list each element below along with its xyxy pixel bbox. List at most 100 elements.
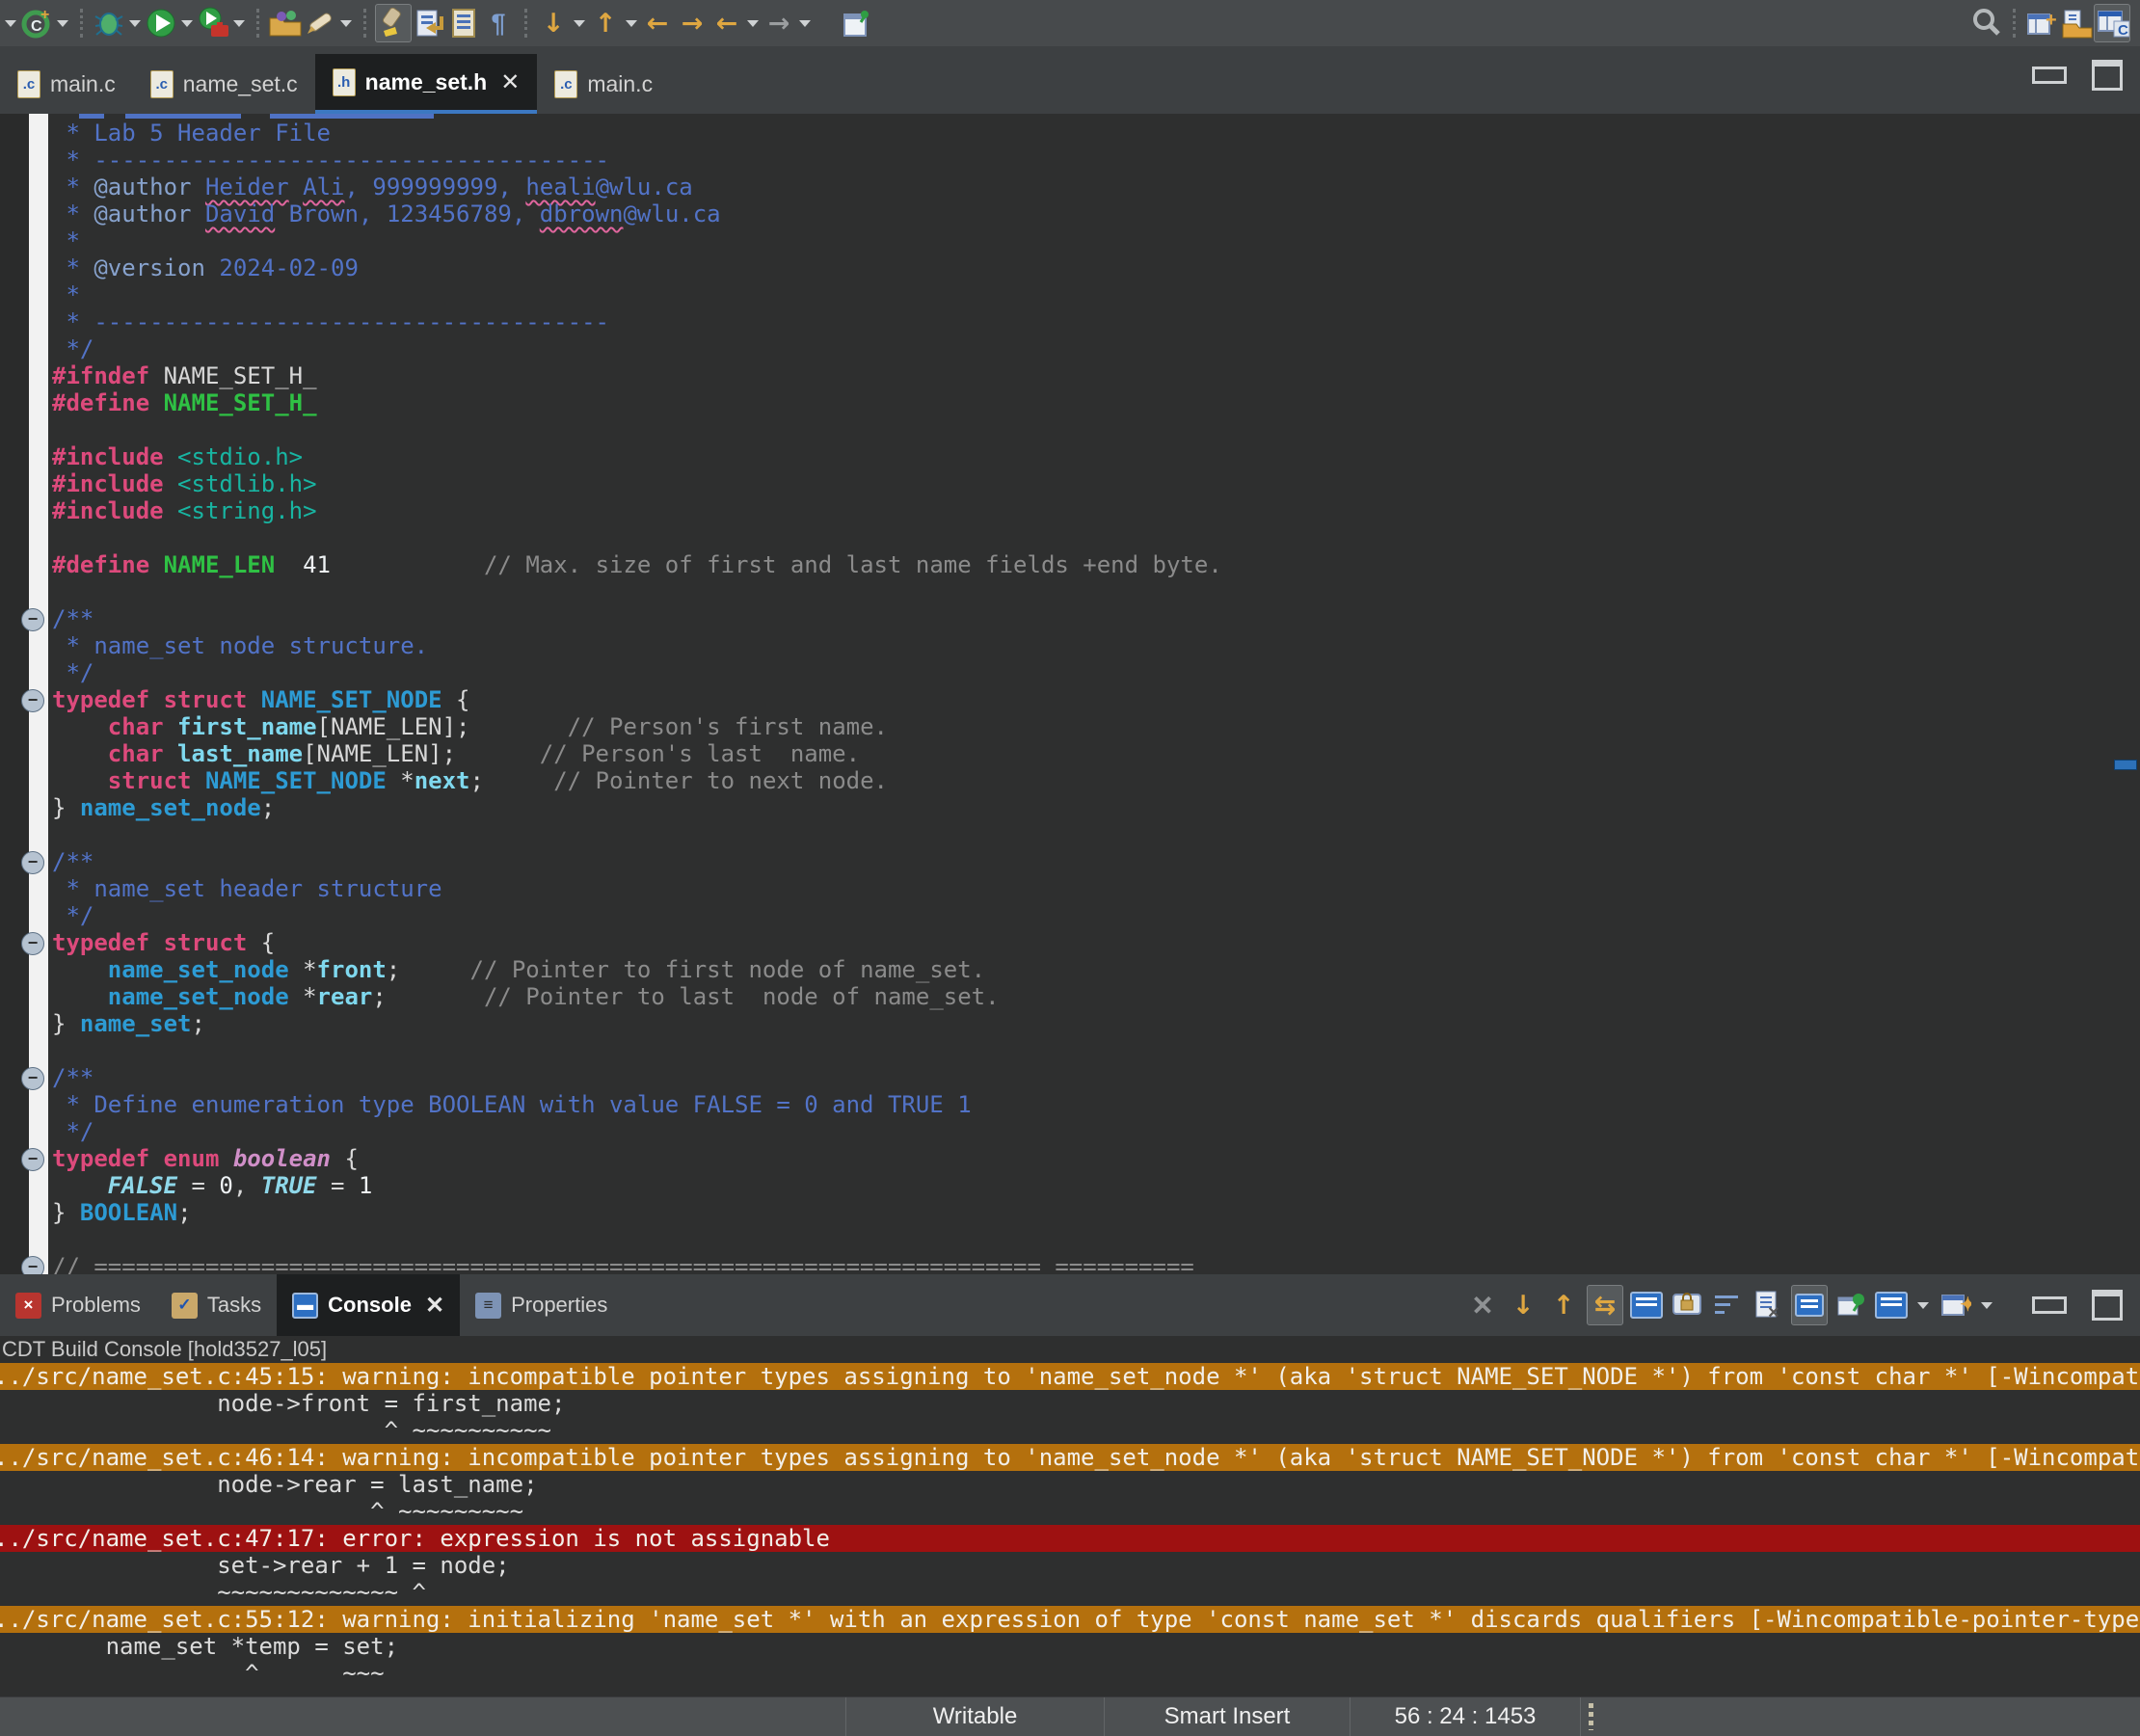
- forward-dropdown-icon[interactable]: [799, 19, 811, 27]
- code-line: * Lab 5 Header File: [52, 120, 331, 147]
- terminate-icon[interactable]: ✕: [1465, 1286, 1500, 1324]
- status-bar: Writable Smart Insert 56 : 24 : 1453: [0, 1696, 2140, 1736]
- code-line: * @author Heider Ali, 999999999, heali@w…: [52, 174, 693, 200]
- open-console-dropdown-icon[interactable]: [1981, 1301, 1993, 1309]
- back-dropdown-icon[interactable]: [747, 19, 759, 27]
- editor-tab-main.c[interactable]: .c main.c: [0, 54, 133, 114]
- back-history-star-icon[interactable]: ←: [640, 5, 675, 41]
- console-tab-Tasks[interactable]: ✓ Tasks: [156, 1274, 277, 1336]
- code-line: * @version 2024-02-09: [52, 254, 359, 281]
- tab-label: main.c: [50, 70, 116, 96]
- previous-annotation-icon[interactable]: ↑: [588, 5, 623, 41]
- open-perspective-icon[interactable]: +: [2024, 5, 2059, 41]
- next-annotation-icon[interactable]: ↓: [536, 5, 571, 41]
- pin-console-icon[interactable]: [1833, 1286, 1868, 1324]
- minimize-editor-icon[interactable]: [2032, 67, 2067, 84]
- code-line: /**: [52, 1064, 94, 1091]
- minimize-console-icon[interactable]: [2032, 1296, 2067, 1314]
- tab-label: name_set.h: [364, 68, 488, 94]
- tab-label: Properties: [511, 1293, 608, 1317]
- display-selected-console-icon[interactable]: [1874, 1286, 1909, 1324]
- new-c-project-icon[interactable]: C +: [19, 5, 54, 41]
- open-console-icon[interactable]: ✦: [1938, 1286, 1972, 1324]
- word-wrap-icon[interactable]: [1710, 1286, 1745, 1324]
- file-icon: .c: [554, 69, 578, 98]
- status-drag-handle-icon[interactable]: [1589, 1703, 1593, 1730]
- clear-console-icon[interactable]: ×: [1751, 1286, 1785, 1324]
- c-cpp-perspective-icon[interactable]: C: [2094, 4, 2130, 42]
- editor-tab-name_set.h[interactable]: .h name_set.h ✕: [314, 54, 538, 114]
- saved-perspectives-icon[interactable]: [2059, 5, 2094, 41]
- code-line: #include <string.h>: [52, 497, 317, 524]
- overview-ruler[interactable]: [2114, 114, 2140, 1274]
- code-line: #define NAME_LEN 41 // Max. size of firs…: [52, 551, 1222, 578]
- open-element-icon[interactable]: [268, 5, 303, 41]
- clipped-line-sliver: [270, 114, 434, 119]
- annotate-pen-dropdown-icon[interactable]: [340, 19, 352, 27]
- console-line: ~~~~~~~~~~~~~ ^: [0, 1579, 426, 1606]
- editor-tab-main.c[interactable]: .c main.c: [537, 54, 670, 114]
- fold-collapse-icon[interactable]: −: [21, 851, 44, 874]
- debug-icon[interactable]: [92, 5, 126, 41]
- show-console-on-output-icon[interactable]: ⇆: [1587, 1285, 1623, 1325]
- toggle-highlight-icon[interactable]: [375, 4, 412, 42]
- maximize-console-icon[interactable]: [2092, 1290, 2123, 1321]
- run-icon[interactable]: [144, 5, 178, 41]
- overview-annotation-marker[interactable]: [2114, 760, 2137, 770]
- code-line: typedef enum boolean {: [52, 1145, 359, 1172]
- toolbar-right: + C: [1969, 0, 2130, 46]
- console-icon: ▬: [292, 1292, 319, 1319]
- forward-history-star-icon[interactable]: →: [675, 5, 709, 41]
- scroll-lock-icon[interactable]: [1791, 1285, 1828, 1325]
- code-line: */: [52, 659, 94, 686]
- fold-collapse-icon[interactable]: −: [21, 1256, 44, 1274]
- open-new-window-icon[interactable]: [839, 5, 873, 41]
- external-tools-icon[interactable]: [196, 5, 230, 41]
- code-lines[interactable]: * Lab 5 Header File * ------------------…: [48, 120, 2125, 1274]
- close-tab-icon[interactable]: ✕: [496, 68, 520, 96]
- open-return-doc-icon[interactable]: [412, 5, 446, 41]
- fold-collapse-icon[interactable]: −: [21, 932, 44, 955]
- monitor-lock-icon[interactable]: [1670, 1286, 1704, 1324]
- code-line: *: [52, 227, 80, 254]
- new-c-project-dropdown-icon[interactable]: [57, 19, 68, 27]
- code-editor[interactable]: − − − − − − − * Lab 5 Header File * ----------…: [0, 114, 2140, 1274]
- external-tools-dropdown-icon[interactable]: [233, 19, 245, 27]
- next-match-icon[interactable]: ↓: [1506, 1286, 1540, 1324]
- run-dropdown-icon[interactable]: [181, 19, 193, 27]
- next-annotation-dropdown-icon[interactable]: [574, 19, 585, 27]
- console-output[interactable]: ../src/name_set.c:45:15: warning: incomp…: [0, 1363, 2140, 1687]
- display-selected-console-dropdown-icon[interactable]: [1917, 1301, 1929, 1309]
- fold-collapse-icon[interactable]: −: [21, 689, 44, 712]
- maximize-editor-icon[interactable]: [2092, 60, 2123, 91]
- svg-text:C: C: [2118, 22, 2128, 39]
- monitor-memory-icon[interactable]: [1629, 1286, 1664, 1324]
- forward-icon[interactable]: →: [762, 5, 796, 41]
- outline-doc-icon[interactable]: [446, 5, 481, 41]
- debug-dropdown-icon[interactable]: [129, 19, 141, 27]
- svg-text:+: +: [40, 8, 49, 23]
- writable-label: Writable: [932, 1703, 1018, 1729]
- search-icon[interactable]: [1969, 5, 2004, 41]
- fold-collapse-icon[interactable]: −: [21, 1148, 44, 1171]
- editor-tab-name_set.c[interactable]: .c name_set.c: [133, 54, 315, 114]
- show-whitespace-icon[interactable]: ¶: [481, 5, 516, 41]
- back-icon[interactable]: ←: [709, 5, 744, 41]
- fold-collapse-icon[interactable]: −: [21, 1067, 44, 1090]
- previous-annotation-dropdown-icon[interactable]: [626, 19, 637, 27]
- folding-ruler: − − − − − − −: [21, 114, 48, 1274]
- annotate-pen-icon[interactable]: [303, 5, 337, 41]
- new-dropdown-icon[interactable]: [5, 19, 16, 27]
- close-tab-icon[interactable]: ✕: [421, 1292, 444, 1320]
- console-tab-Console[interactable]: ▬ Console ✕: [277, 1274, 461, 1336]
- console-tab-Problems[interactable]: × Problems: [0, 1274, 156, 1336]
- status-writable: Writable: [845, 1697, 1104, 1736]
- code-line: FALSE = 0, TRUE = 1: [107, 1172, 373, 1199]
- previous-match-icon[interactable]: ↑: [1546, 1286, 1581, 1324]
- fold-collapse-icon[interactable]: −: [21, 608, 44, 631]
- file-icon: .c: [149, 69, 174, 98]
- console-tab-Properties[interactable]: ≡ Properties: [460, 1274, 623, 1336]
- code-line: /**: [52, 605, 94, 632]
- main-toolbar: C + ¶ ↓ ↑ ← → ← → + C: [0, 0, 2140, 46]
